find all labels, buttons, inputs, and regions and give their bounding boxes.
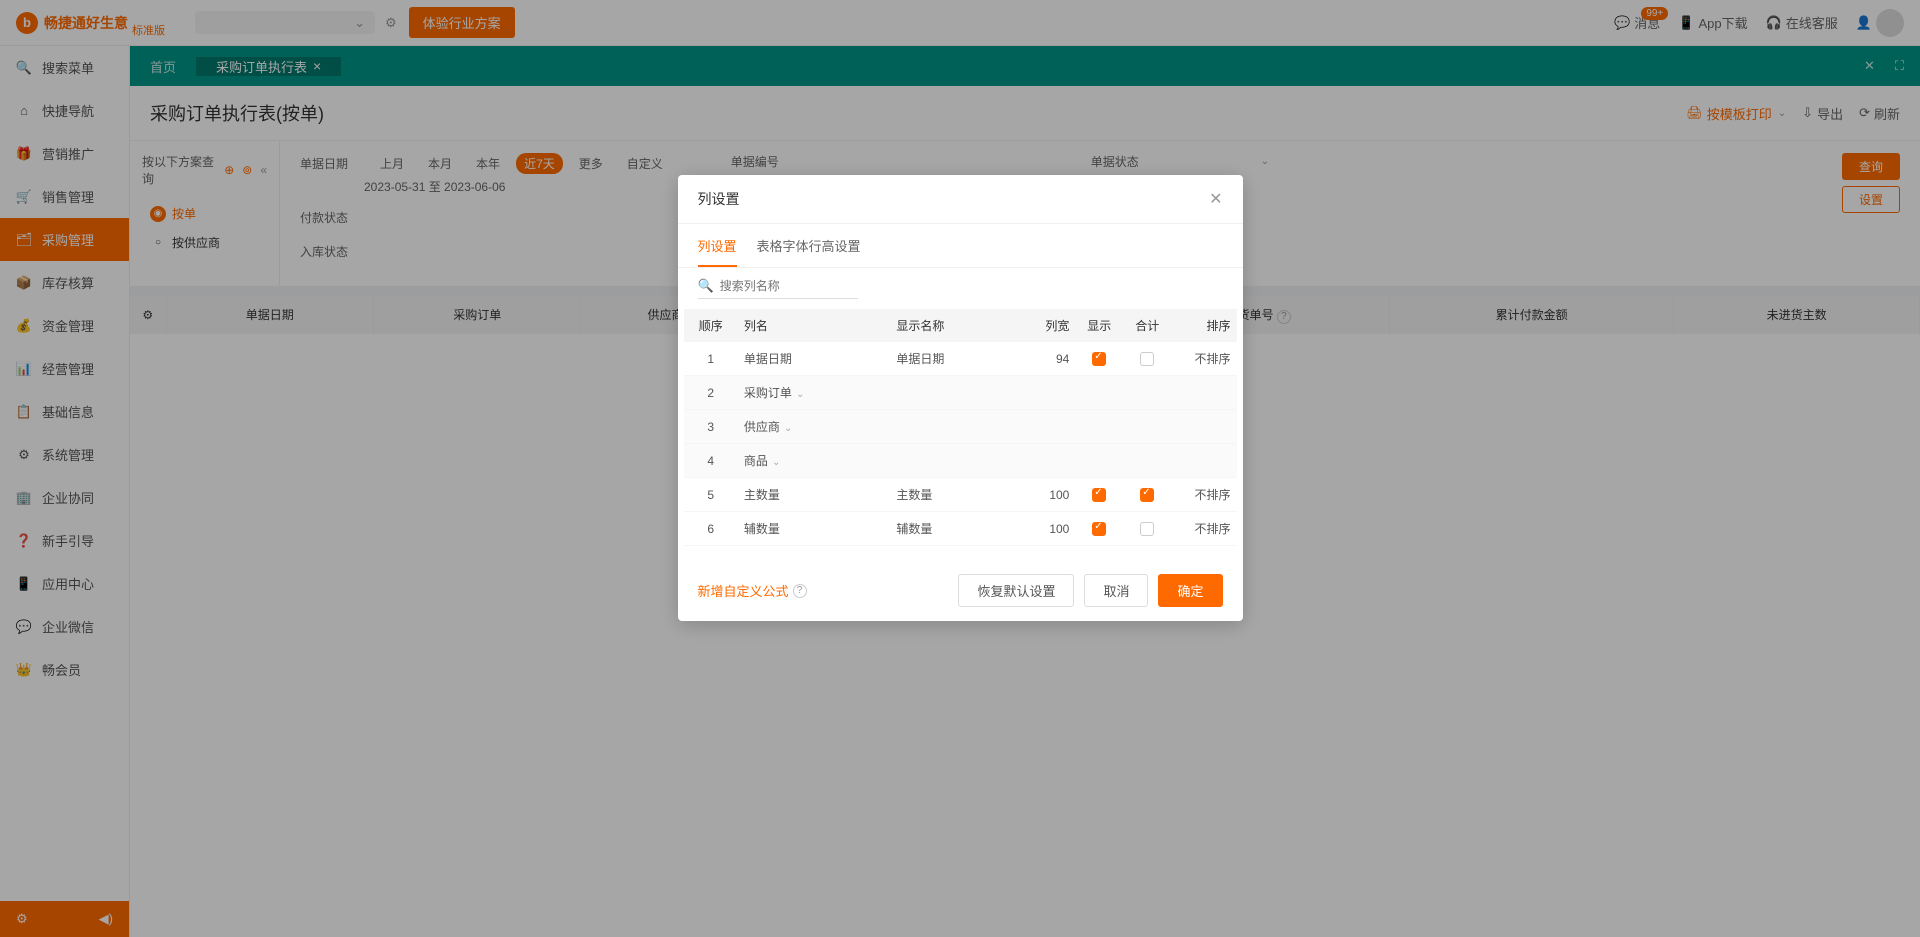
ok-button[interactable]: 确定 [1158, 574, 1222, 607]
cfg-row[interactable]: 6辅数量辅数量100不排序 [684, 512, 1237, 546]
modal-overlay: 列设置 ✕ 列设置 表格字体行高设置 🔍 顺序 列名 显示名称 列宽 [0, 0, 1920, 937]
sort-select[interactable]: 不排序 [1171, 512, 1236, 546]
cfg-row[interactable]: 3供应商⌄ [684, 410, 1237, 444]
modal-title: 列设置 [698, 189, 740, 209]
modal-tab-font[interactable]: 表格字体行高设置 [757, 236, 861, 267]
sum-checkbox[interactable] [1140, 352, 1154, 366]
modal-tab-columns[interactable]: 列设置 [698, 236, 737, 267]
chevron-down-icon[interactable]: ⌄ [796, 389, 804, 400]
cfg-row[interactable]: 7包装数量包装数量100不排序 [684, 546, 1237, 553]
chevron-down-icon[interactable]: ⌄ [784, 423, 792, 434]
column-search-input[interactable] [720, 279, 875, 293]
col-display-header: 显示名称 [890, 309, 1021, 342]
sort-select[interactable]: 不排序 [1171, 342, 1236, 376]
cfg-row[interactable]: 1单据日期单据日期94不排序 [684, 342, 1237, 376]
column-settings-modal: 列设置 ✕ 列设置 表格字体行高设置 🔍 顺序 列名 显示名称 列宽 [678, 175, 1243, 621]
col-show-header: 显示 [1075, 309, 1123, 342]
col-sort-header: 排序 [1171, 309, 1236, 342]
column-search[interactable]: 🔍 [698, 278, 858, 299]
cfg-row[interactable]: 2采购订单⌄ [684, 376, 1237, 410]
sort-select[interactable]: 不排序 [1171, 478, 1236, 512]
info-icon: ? [793, 584, 807, 598]
show-checkbox[interactable] [1092, 488, 1106, 502]
close-icon[interactable]: ✕ [1209, 189, 1222, 209]
cfg-row[interactable]: 4商品⌄ [684, 444, 1237, 478]
chevron-down-icon[interactable]: ⌄ [772, 457, 780, 468]
show-checkbox[interactable] [1092, 352, 1106, 366]
sum-checkbox[interactable] [1140, 522, 1154, 536]
show-checkbox[interactable] [1092, 522, 1106, 536]
col-name-header: 列名 [738, 309, 890, 342]
sum-checkbox[interactable] [1140, 488, 1154, 502]
col-width-header: 列宽 [1021, 309, 1075, 342]
col-order-header: 顺序 [684, 309, 738, 342]
add-formula-link[interactable]: 新增自定义公式 ? [698, 581, 807, 600]
cfg-row[interactable]: 5主数量主数量100不排序 [684, 478, 1237, 512]
col-sum-header: 合计 [1123, 309, 1171, 342]
reset-button[interactable]: 恢复默认设置 [958, 574, 1074, 607]
search-icon: 🔍 [698, 278, 714, 294]
sort-select[interactable]: 不排序 [1171, 546, 1236, 553]
cancel-button[interactable]: 取消 [1084, 574, 1148, 607]
